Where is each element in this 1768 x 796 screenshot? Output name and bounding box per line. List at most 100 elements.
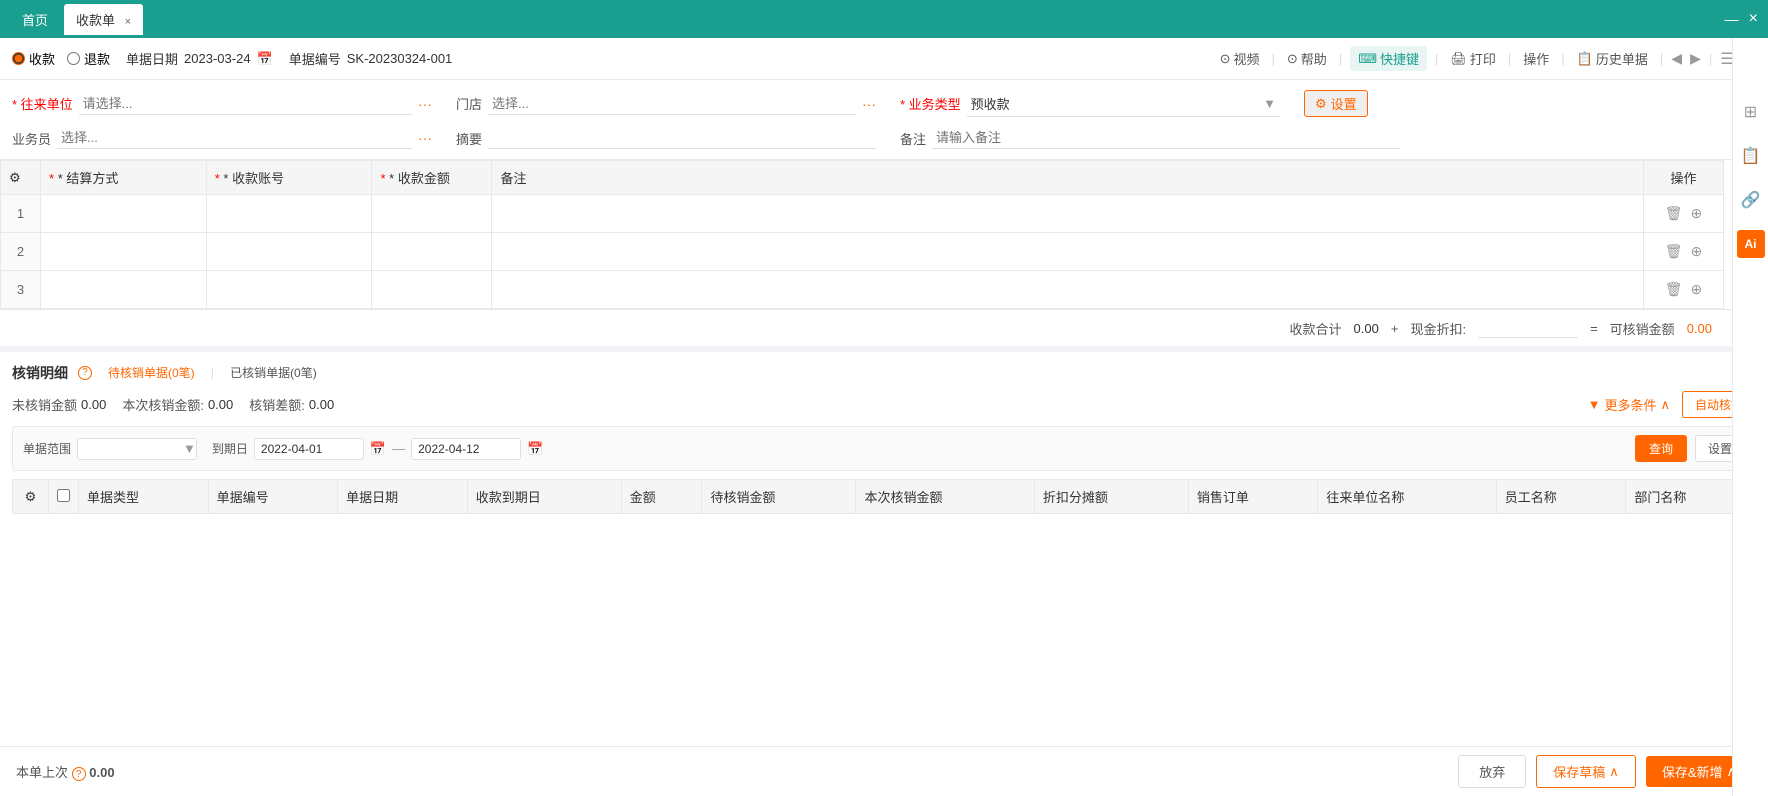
nav-tab-active[interactable]: 收款单 × — [64, 4, 143, 35]
row-2-copy-icon[interactable]: ⊕ — [1691, 243, 1703, 260]
main-area: 收款 退款 单据日期 2023-03-24 📅 单据编号 SK-20230324… — [0, 38, 1768, 796]
row-3-account[interactable] — [206, 271, 372, 309]
vcol-doc-num: 单据编号 — [208, 480, 338, 514]
row-2-account[interactable] — [206, 233, 372, 271]
help-btn[interactable]: ⊙ 帮助 — [1283, 47, 1331, 70]
vcol-counterpart: 往来单位名称 — [1318, 480, 1496, 514]
form-row-2: 业务员 ··· 摘要 备注 — [12, 127, 1756, 149]
bottom-info-icon[interactable]: ? — [72, 767, 86, 781]
table-row: 3 🗑 ⊕ — [1, 271, 1724, 309]
row-1-delete-icon[interactable]: 🗑 — [1665, 205, 1683, 222]
nav-right-icons: — × — [1725, 10, 1758, 28]
discount-label: 现金折扣: — [1410, 319, 1466, 338]
counterpart-input[interactable] — [79, 93, 412, 115]
vcol-amount: 金额 — [621, 480, 702, 514]
range-filter: 单据范围 ▼ — [23, 438, 196, 460]
net-label: 可核销金额 — [1610, 319, 1675, 338]
discount-input[interactable] — [1478, 318, 1578, 338]
row-3-amount[interactable] — [372, 271, 492, 309]
vcol-employee: 员工名称 — [1496, 480, 1626, 514]
row-3-delete-icon[interactable]: 🗑 — [1665, 281, 1683, 298]
sidebar-ai-icon[interactable]: Ai — [1737, 230, 1765, 258]
verify-header: 核销明细 ? 待核销单据(0笔) | 已核销单据(0笔) — [12, 362, 1756, 383]
shortcut-btn[interactable]: ⌨ 快捷键 — [1350, 46, 1427, 71]
due-date-from-calendar-icon[interactable]: 📅 — [370, 441, 386, 457]
radio-refund[interactable]: 退款 — [67, 49, 110, 68]
close-tab-icon[interactable]: × — [125, 16, 131, 28]
row-1-copy-icon[interactable]: ⊕ — [1691, 205, 1703, 222]
summary-input[interactable] — [488, 127, 876, 149]
row-3-remark[interactable] — [492, 271, 1644, 309]
row-3-payment[interactable] — [41, 271, 207, 309]
row-1-payment[interactable] — [41, 195, 207, 233]
counterpart-more-icon[interactable]: ··· — [418, 96, 432, 112]
salesperson-more-icon[interactable]: ··· — [418, 130, 432, 146]
sidebar-table-icon[interactable]: ⊞ — [1737, 98, 1765, 126]
row-2-actions: 🗑 ⊕ — [1644, 233, 1724, 271]
store-input[interactable] — [488, 93, 856, 115]
row-1-remark[interactable] — [492, 195, 1644, 233]
vcol-doc-date: 单据日期 — [338, 480, 468, 514]
row-2-remark[interactable] — [492, 233, 1644, 271]
history-btn[interactable]: 📋 历史单据 — [1573, 47, 1652, 70]
ops-btn[interactable]: 操作 — [1519, 47, 1553, 70]
filter-query-area: 查询 设置 — [1635, 435, 1745, 462]
done-tab[interactable]: 已核销单据(0笔) — [224, 362, 323, 383]
total-label: 收款合计 — [1290, 319, 1342, 338]
due-date-from-input[interactable] — [254, 438, 364, 460]
shortcut-icon: ⌨ — [1358, 51, 1377, 67]
table-settings-icon[interactable]: ⚙ — [1, 161, 41, 195]
verify-table: ⚙ 单据类型 单据编号 单据日期 收款到期日 金额 待核销金额 本次核销金额 折… — [12, 479, 1756, 514]
remark-field: 备注 — [900, 127, 1400, 149]
biz-type-label: * 业务类型 — [900, 94, 961, 113]
store-label: 门店 — [456, 94, 482, 113]
biz-type-chevron-icon: ▼ — [1263, 96, 1276, 111]
row-3-copy-icon[interactable]: ⊕ — [1691, 281, 1703, 298]
sidebar-receipt-icon[interactable]: 📋 — [1737, 142, 1765, 170]
doc-num-field: 单据编号 SK-20230324-001 — [289, 49, 453, 68]
query-button[interactable]: 查询 — [1635, 435, 1687, 462]
row-1-amount[interactable] — [372, 195, 492, 233]
print-icon: 🖨 — [1450, 51, 1467, 67]
net-value: 0.00 — [1687, 321, 1712, 336]
prev-arrow[interactable]: ◀ — [1671, 50, 1682, 67]
verify-stats: 未核销金额 0.00 本次核销金额: 0.00 核销差额: 0.00 ▼ 更多条… — [12, 391, 1756, 418]
verify-title: 核销明细 — [12, 363, 68, 383]
sidebar-link-icon[interactable]: 🔗 — [1737, 186, 1765, 214]
biz-type-select[interactable]: 预收款 ▼ — [967, 91, 1280, 117]
close-window-icon[interactable]: × — [1749, 10, 1758, 28]
row-2-payment[interactable] — [41, 233, 207, 271]
minimize-icon[interactable]: — — [1725, 11, 1739, 27]
more-conditions-btn[interactable]: ▼ 更多条件 ∧ — [1588, 395, 1670, 414]
vcol-current: 本次核销金额 — [856, 480, 1034, 514]
remark-input[interactable] — [932, 127, 1400, 149]
nav-tab-home[interactable]: 首页 — [10, 4, 60, 35]
row-1-actions: 🗑 ⊕ — [1644, 195, 1724, 233]
due-date-to-calendar-icon[interactable]: 📅 — [527, 441, 543, 457]
row-2-amount[interactable] — [372, 233, 492, 271]
row-2-delete-icon[interactable]: 🗑 — [1665, 243, 1683, 260]
col-amount: * * 收款金额 — [372, 161, 492, 195]
pending-tab[interactable]: 待核销单据(0笔) — [102, 362, 201, 383]
discard-button[interactable]: 放弃 — [1458, 755, 1526, 788]
form-area: * 往来单位 ··· 门店 ··· * 业务类型 预收款 ▼ ⚙ 设置 — [0, 80, 1768, 160]
toolbar-actions: ⊙ 视频 | ⊙ 帮助 | ⌨ 快捷键 | 🖨 打印 | 操作 | — [1216, 46, 1756, 71]
save-draft-button[interactable]: 保存草稿 ∧ — [1536, 755, 1636, 788]
salesperson-input[interactable] — [57, 127, 412, 149]
row-1-account[interactable] — [206, 195, 372, 233]
video-btn[interactable]: ⊙ 视频 — [1216, 47, 1264, 70]
bottom-bar: 本单上次 ? 0.00 放弃 保存草稿 ∧ 保存&新增 ∧ — [0, 746, 1768, 796]
vcol-checkbox[interactable] — [49, 480, 79, 514]
range-select[interactable] — [77, 438, 197, 460]
store-more-icon[interactable]: ··· — [862, 96, 876, 112]
print-btn[interactable]: 🖨 打印 — [1446, 47, 1500, 70]
row-3-actions: 🗑 ⊕ — [1644, 271, 1724, 309]
date-calendar-icon[interactable]: 📅 — [257, 51, 273, 67]
vcol-settings[interactable]: ⚙ — [13, 480, 49, 514]
form-settings-button[interactable]: ⚙ 设置 — [1304, 90, 1368, 117]
verify-info-icon[interactable]: ? — [78, 366, 92, 380]
next-arrow[interactable]: ▶ — [1690, 50, 1701, 67]
due-date-to-input[interactable] — [411, 438, 521, 460]
summary-label: 摘要 — [456, 129, 482, 148]
radio-receipt[interactable]: 收款 — [12, 49, 55, 68]
